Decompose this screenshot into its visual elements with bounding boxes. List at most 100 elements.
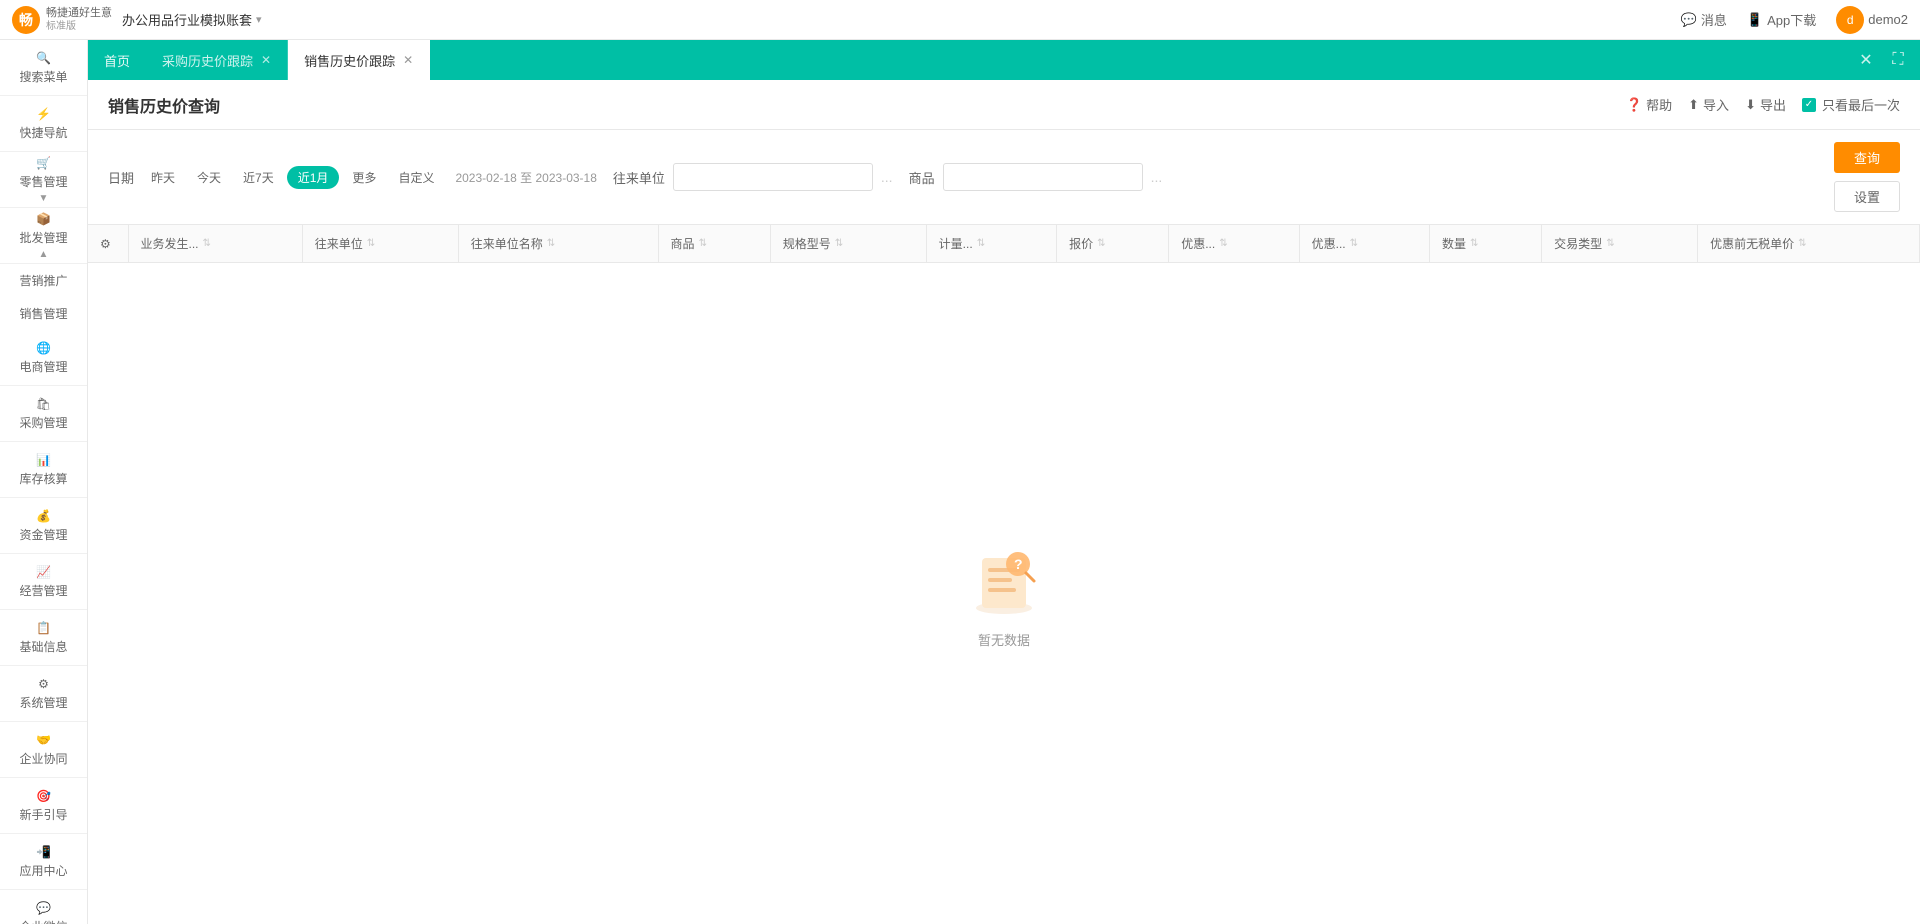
sort-icon: ⇅	[1798, 238, 1806, 249]
th-pretax-price[interactable]: 优惠前无税单价 ⇅	[1698, 225, 1920, 263]
table-area: ⚙ 业务发生... ⇅ 往来单位	[88, 225, 1920, 924]
message-btn[interactable]: 💬 消息	[1681, 10, 1727, 29]
only-last-checkbox[interactable]: ✓ 只看最后一次	[1802, 95, 1900, 114]
maximize-btn[interactable]: ⛶	[1884, 46, 1912, 74]
sidebar-item-retail-mgmt[interactable]: 🛒 零售管理 ▼	[0, 152, 87, 208]
date-btn-7days[interactable]: 近7天	[234, 166, 283, 189]
tab-close-sales[interactable]: ✕	[403, 53, 413, 67]
export-btn[interactable]: ⬇ 导出	[1745, 95, 1786, 114]
sort-icon: ⇅	[1606, 238, 1614, 249]
import-icon: ⬆	[1688, 97, 1699, 113]
th-quantity[interactable]: 数量 ⇅	[1430, 225, 1542, 263]
th-quote-price[interactable]: 报价 ⇅	[1057, 225, 1169, 263]
th-goods[interactable]: 商品 ⇅	[658, 225, 770, 263]
logo-area: 畅 畅捷通好生意 标准版	[12, 6, 112, 34]
sidebar: 🔍 搜索菜单 ⚡ 快捷导航 🛒 零售管理 ▼ 📦 批发管理 ▲ 营销推广 销售管…	[0, 40, 88, 924]
message-icon: 💬	[1681, 12, 1697, 28]
basic-icon: 📋	[36, 621, 51, 635]
content-area: 销售历史价查询 ❓ 帮助 ⬆ 导入 ⬇ 导出 ✓	[88, 80, 1920, 924]
th-trade-type[interactable]: 交易类型 ⇅	[1542, 225, 1698, 263]
logo-text: 畅捷通好生意 标准版	[46, 6, 112, 33]
retail-icon: 🛒	[36, 156, 51, 170]
sidebar-item-search-menu[interactable]: 🔍 搜索菜单	[0, 40, 87, 96]
date-btn-today[interactable]: 今天	[188, 166, 230, 189]
sidebar-item-app-center[interactable]: 📲 应用中心	[0, 834, 87, 890]
sidebar-item-marketing[interactable]: 营销推广	[0, 264, 87, 297]
sidebar-item-inventory[interactable]: 📊 库存核算	[0, 442, 87, 498]
sidebar-item-quick-nav[interactable]: ⚡ 快捷导航	[0, 96, 87, 152]
th-biz-date[interactable]: 业务发生... ⇅	[128, 225, 302, 263]
svg-text:?: ?	[1014, 556, 1023, 572]
page-title: 销售历史价查询	[108, 93, 220, 117]
finance-icon: 💰	[36, 509, 51, 523]
tab-bar-actions: ✕ ⛶	[1852, 46, 1920, 74]
tab-home[interactable]: 首页	[88, 40, 146, 80]
tab-close-purchase[interactable]: ✕	[261, 53, 271, 67]
checkbox-checked-icon: ✓	[1802, 98, 1816, 112]
sort-icon: ⇅	[699, 238, 707, 249]
query-button[interactable]: 查询	[1834, 142, 1900, 173]
user-profile[interactable]: d demo2	[1836, 6, 1908, 34]
sidebar-item-wholesale-mgmt[interactable]: 📦 批发管理 ▲	[0, 208, 87, 264]
page-title-bar: 销售历史价查询 ❓ 帮助 ⬆ 导入 ⬇ 导出 ✓	[88, 80, 1920, 130]
sidebar-item-finance[interactable]: 💰 资金管理	[0, 498, 87, 554]
sort-icon: ⇅	[977, 238, 985, 249]
date-buttons: 昨天 今天 近7天 近1月 更多 自定义	[142, 166, 443, 189]
th-spec[interactable]: 规格型号 ⇅	[770, 225, 926, 263]
th-unit[interactable]: 计量... ⇅	[926, 225, 1056, 263]
page-title-actions: ❓ 帮助 ⬆ 导入 ⬇ 导出 ✓ 只看最后一次	[1626, 95, 1900, 114]
help-btn[interactable]: ❓ 帮助	[1626, 95, 1672, 114]
th-partner-name[interactable]: 往来单位名称 ⇅	[458, 225, 658, 263]
sidebar-item-ecommerce[interactable]: 🌐 电商管理	[0, 330, 87, 386]
sidebar-item-enterprise-collab[interactable]: 🤝 企业协同	[0, 722, 87, 778]
sort-icon: ⇅	[1097, 238, 1105, 249]
empty-illustration: ?	[964, 538, 1044, 618]
sidebar-item-system[interactable]: ⚙ 系统管理	[0, 666, 87, 722]
sidebar-item-basic-info[interactable]: 📋 基础信息	[0, 610, 87, 666]
logo-icon: 畅	[12, 6, 40, 34]
tab-purchase-history[interactable]: 采购历史价跟踪 ✕	[146, 40, 288, 80]
sidebar-item-purchase[interactable]: 🛍 采购管理	[0, 386, 87, 442]
tab-bar: 首页 采购历史价跟踪 ✕ 销售历史价跟踪 ✕ ✕ ⛶	[88, 40, 1920, 80]
partner-input[interactable]	[673, 163, 873, 191]
chevron-down-icon: ▼	[39, 193, 49, 204]
th-discount1[interactable]: 优惠... ⇅	[1169, 225, 1299, 263]
purchase-icon: 🛍	[36, 397, 51, 411]
sidebar-item-operations[interactable]: 📈 经营管理	[0, 554, 87, 610]
close-tab-btn[interactable]: ✕	[1852, 46, 1880, 74]
date-btn-custom[interactable]: 自定义	[389, 166, 443, 189]
sidebar-item-new-guide[interactable]: 🎯 新手引导	[0, 778, 87, 834]
app-download-btn[interactable]: 📱 App下载	[1747, 10, 1816, 29]
data-table: ⚙ 业务发生... ⇅ 往来单位	[88, 225, 1920, 263]
nav-icon: ⚡	[36, 107, 51, 121]
goods-picker-btn[interactable]: ...	[1151, 169, 1163, 185]
th-partner-code[interactable]: 往来单位 ⇅	[302, 225, 458, 263]
inventory-icon: 📊	[36, 453, 51, 467]
sidebar-item-sales-mgmt[interactable]: 销售管理	[0, 297, 87, 330]
workspace-selector[interactable]: 办公用品行业模拟账套 ▾	[122, 10, 262, 29]
partner-picker-btn[interactable]: ...	[881, 169, 893, 185]
th-discount2[interactable]: 优惠... ⇅	[1299, 225, 1429, 263]
sort-icon: ⇅	[1219, 238, 1227, 249]
sort-icon: ⇅	[203, 238, 211, 249]
ecommerce-icon: 🌐	[36, 341, 51, 355]
sidebar-item-enterprise-wechat[interactable]: 💬 企业微信	[0, 890, 87, 924]
date-btn-yesterday[interactable]: 昨天	[142, 166, 184, 189]
partner-filter-group: 往来单位 ...	[613, 163, 893, 191]
filter-bar: 日期 昨天 今天 近7天 近1月 更多 自定义 2023-02-18 至 202…	[88, 130, 1920, 225]
wechat-icon: 💬	[36, 901, 51, 915]
tab-sales-history[interactable]: 销售历史价跟踪 ✕	[288, 40, 430, 80]
filter-action-btns: 查询 设置	[1834, 142, 1900, 212]
date-range-display: 2023-02-18 至 2023-03-18	[455, 169, 596, 186]
collab-icon: 🤝	[36, 733, 51, 747]
sort-icon: ⇅	[1350, 238, 1358, 249]
date-btn-1month[interactable]: 近1月	[287, 166, 340, 189]
search-icon: 🔍	[36, 51, 51, 65]
import-btn[interactable]: ⬆ 导入	[1688, 95, 1729, 114]
date-btn-more[interactable]: 更多	[343, 166, 385, 189]
goods-label: 商品	[909, 168, 935, 187]
th-settings[interactable]: ⚙	[88, 225, 128, 263]
goods-input[interactable]	[943, 163, 1143, 191]
app-icon: 📲	[36, 845, 51, 859]
settings-button[interactable]: 设置	[1834, 181, 1900, 212]
